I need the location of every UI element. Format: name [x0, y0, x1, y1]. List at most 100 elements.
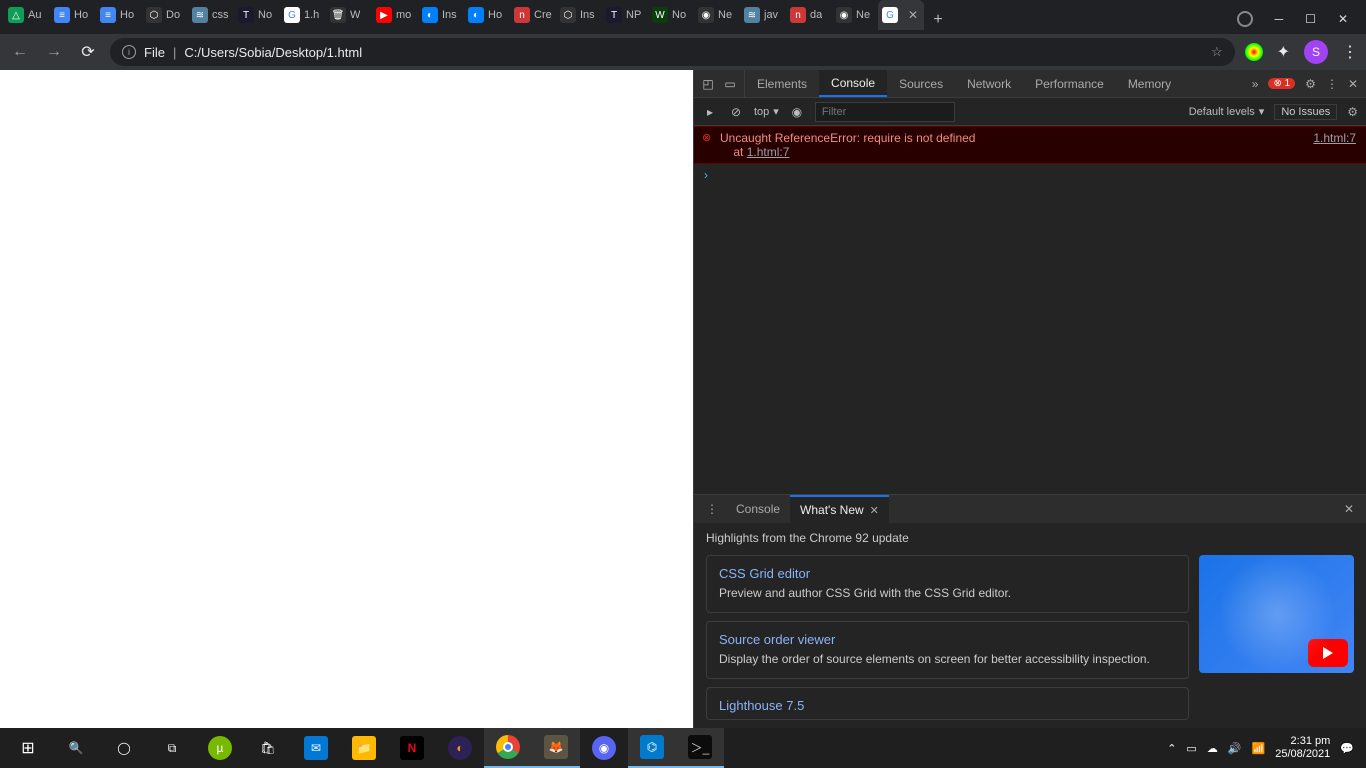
- whatsnew-card[interactable]: Source order viewer Display the order of…: [706, 621, 1189, 679]
- tab-label: Ne: [718, 9, 732, 21]
- browser-tab[interactable]: ≋css: [188, 0, 234, 30]
- forward-button[interactable]: →: [42, 40, 66, 64]
- favicon: n: [790, 7, 806, 23]
- live-expression-icon[interactable]: ◉: [789, 104, 805, 120]
- taskbar-app-chrome[interactable]: [484, 728, 532, 768]
- context-selector[interactable]: top ▾: [754, 105, 779, 118]
- back-button[interactable]: ←: [8, 40, 32, 64]
- minimize-button[interactable]: ─: [1275, 12, 1284, 26]
- devtools-close-icon[interactable]: ✕: [1348, 77, 1358, 91]
- close-tab-icon[interactable]: ✕: [906, 8, 920, 22]
- browser-tab[interactable]: ≡Ho: [50, 0, 96, 30]
- browser-tab[interactable]: △Au: [4, 0, 50, 30]
- tray-wifi-icon[interactable]: 📶: [1252, 742, 1266, 755]
- browser-tab[interactable]: ▶mo: [372, 0, 418, 30]
- taskbar-app-utorrent[interactable]: µ: [196, 728, 244, 768]
- browser-tab[interactable]: G✕: [878, 0, 924, 30]
- browser-tab[interactable]: ◐Ho: [464, 0, 510, 30]
- browser-tab[interactable]: ≡Ho: [96, 0, 142, 30]
- tray-battery-icon[interactable]: ▭: [1186, 742, 1196, 755]
- taskbar-app-terminal[interactable]: ＞_: [676, 728, 724, 768]
- drawer-tab-whats-new[interactable]: What's New✕: [790, 495, 889, 523]
- browser-tab[interactable]: ⬡Do: [142, 0, 188, 30]
- browser-tab[interactable]: TNo: [234, 0, 280, 30]
- devtools-drawer: ⋮ Console What's New✕ ✕ Highlights from …: [694, 494, 1366, 728]
- browser-tab[interactable]: TNP: [602, 0, 648, 30]
- search-button[interactable]: 🔍: [52, 728, 100, 768]
- browser-tab[interactable]: nCre: [510, 0, 556, 30]
- console-error-row: Uncaught ReferenceError: require is not …: [694, 126, 1366, 164]
- devtools-tab-console[interactable]: Console: [819, 70, 887, 97]
- browser-tab[interactable]: WNo: [648, 0, 694, 30]
- taskbar-app-mail[interactable]: ✉: [292, 728, 340, 768]
- browser-tab[interactable]: G1.h: [280, 0, 326, 30]
- browser-tab[interactable]: ◉Ne: [832, 0, 878, 30]
- console-prompt[interactable]: ›: [694, 164, 1366, 186]
- taskbar-app-discord[interactable]: ◉: [580, 728, 628, 768]
- extensions-puzzle-icon[interactable]: ✦: [1277, 42, 1290, 62]
- browser-tab[interactable]: ⬡Ins: [556, 0, 602, 30]
- devtools-menu-icon[interactable]: ⋮: [1326, 77, 1338, 91]
- extension-icon[interactable]: [1245, 43, 1263, 61]
- youtube-play-icon[interactable]: [1308, 639, 1348, 667]
- browser-tab[interactable]: nda: [786, 0, 832, 30]
- taskbar-app-explorer[interactable]: 📁: [340, 728, 388, 768]
- bookmark-star-icon[interactable]: ☆: [1211, 44, 1223, 60]
- new-tab-button[interactable]: +: [924, 6, 952, 34]
- tab-label: Ins: [442, 9, 457, 21]
- error-count-badge[interactable]: ⊗ 1: [1268, 78, 1295, 89]
- browser-tab[interactable]: ≋jav: [740, 0, 786, 30]
- more-tabs-icon[interactable]: »: [1252, 77, 1259, 91]
- error-stack-link[interactable]: 1.html:7: [747, 145, 790, 159]
- log-levels-selector[interactable]: Default levels ▾: [1189, 105, 1265, 118]
- console-sidebar-toggle-icon[interactable]: ▸: [702, 104, 718, 120]
- devtools-tab-memory[interactable]: Memory: [1116, 70, 1183, 97]
- extensions-icon[interactable]: [1237, 11, 1253, 27]
- close-tab-icon[interactable]: ✕: [870, 504, 879, 517]
- whatsnew-video-thumb[interactable]: [1199, 555, 1354, 673]
- profile-avatar[interactable]: S: [1304, 40, 1328, 64]
- inspect-icon[interactable]: ◰: [700, 76, 716, 92]
- taskbar-app-vscode[interactable]: ⌬: [628, 728, 676, 768]
- taskbar-app-eclipse[interactable]: ◐: [436, 728, 484, 768]
- devtools-tab-network[interactable]: Network: [955, 70, 1023, 97]
- task-view-button[interactable]: ⧉: [148, 728, 196, 768]
- browser-tab[interactable]: ◉Ne: [694, 0, 740, 30]
- devtools-tab-performance[interactable]: Performance: [1023, 70, 1116, 97]
- close-window-button[interactable]: ✕: [1338, 12, 1348, 26]
- address-bar[interactable]: i File | C:/Users/Sobia/Desktop/1.html ☆: [110, 38, 1235, 66]
- drawer-close-icon[interactable]: ✕: [1336, 502, 1362, 516]
- devtools-tab-sources[interactable]: Sources: [887, 70, 955, 97]
- devtools-tab-elements[interactable]: Elements: [745, 70, 819, 97]
- tab-label: Ho: [74, 9, 88, 21]
- tray-onedrive-icon[interactable]: ☁: [1207, 742, 1218, 755]
- maximize-button[interactable]: ☐: [1305, 12, 1316, 26]
- cortana-button[interactable]: ◯: [100, 728, 148, 768]
- tab-label: Au: [28, 9, 41, 21]
- whatsnew-card[interactable]: CSS Grid editor Preview and author CSS G…: [706, 555, 1189, 613]
- chrome-menu-icon[interactable]: ⋮: [1342, 42, 1358, 62]
- drawer-tab-console[interactable]: Console: [726, 495, 790, 523]
- taskbar-app-netflix[interactable]: N: [388, 728, 436, 768]
- console-filter-input[interactable]: [815, 102, 955, 122]
- device-toggle-icon[interactable]: ▭: [722, 76, 738, 92]
- tray-volume-icon[interactable]: 🔊: [1228, 742, 1242, 755]
- start-button[interactable]: ⊞: [4, 728, 52, 768]
- notifications-icon[interactable]: 💬: [1340, 742, 1354, 755]
- reload-button[interactable]: ⟳: [76, 40, 100, 64]
- url-path: C:/Users/Sobia/Desktop/1.html: [184, 45, 362, 60]
- taskbar-app-gimp[interactable]: 🦊: [532, 728, 580, 768]
- tray-chevron-icon[interactable]: ⌃: [1167, 742, 1176, 755]
- console-settings-icon[interactable]: ⚙: [1347, 105, 1358, 119]
- error-source-link[interactable]: 1.html:7: [1313, 131, 1356, 159]
- drawer-menu-icon[interactable]: ⋮: [698, 502, 726, 516]
- site-info-icon[interactable]: i: [122, 45, 136, 59]
- taskbar-clock[interactable]: 2:31 pm 25/08/2021: [1275, 735, 1330, 761]
- issues-button[interactable]: No Issues: [1274, 104, 1337, 120]
- taskbar-app-store[interactable]: 🛍: [244, 728, 292, 768]
- browser-tab[interactable]: 🗑W: [326, 0, 372, 30]
- clear-console-icon[interactable]: ⊘: [728, 104, 744, 120]
- devtools-settings-icon[interactable]: ⚙: [1305, 77, 1316, 91]
- whatsnew-card[interactable]: Lighthouse 7.5: [706, 687, 1189, 720]
- browser-tab[interactable]: ◐Ins: [418, 0, 464, 30]
